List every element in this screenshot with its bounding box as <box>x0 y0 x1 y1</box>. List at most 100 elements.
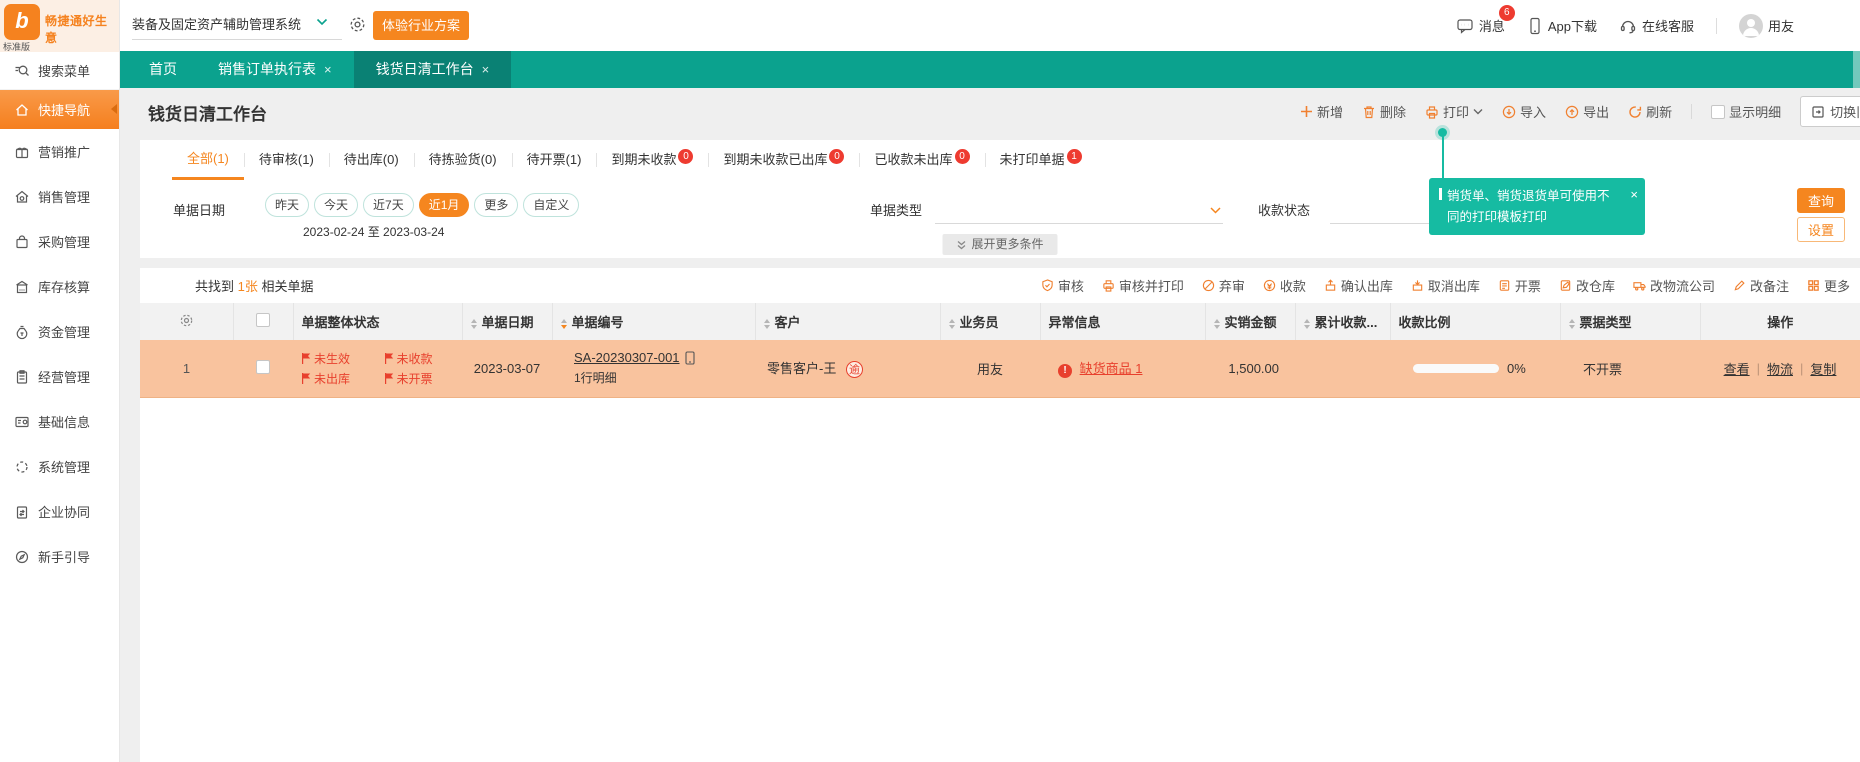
sales-icon <box>14 189 38 205</box>
change-remark-button[interactable]: 改备注 <box>1733 276 1789 295</box>
chevron-down-icon[interactable] <box>1473 108 1483 115</box>
batch-action-label: 弃审 <box>1218 279 1245 294</box>
tab-sales-order-report[interactable]: 销售订单执行表 × <box>196 51 354 88</box>
more-button[interactable]: 更多 <box>1807 276 1850 295</box>
expand-more-conditions[interactable]: 展开更多条件 <box>942 234 1058 255</box>
filter-tab-pending-invoice[interactable]: 待开票(1) <box>511 140 597 180</box>
sort-icon[interactable] <box>470 318 477 329</box>
sort-icon[interactable] <box>560 318 567 329</box>
query-button[interactable]: 查询 <box>1797 188 1845 213</box>
pill-more[interactable]: 更多 <box>474 193 519 217</box>
col-label: 单据整体状态 <box>301 315 380 330</box>
import-button[interactable]: 导入 <box>1502 102 1546 121</box>
filter-tab-pending-audit[interactable]: 待审核(1) <box>243 140 329 180</box>
sidebar-item-purchase[interactable]: 采购管理 <box>0 219 119 264</box>
tab-home[interactable]: 首页 <box>130 51 196 88</box>
sort-icon[interactable] <box>763 318 770 329</box>
view-link[interactable]: 查看 <box>1724 359 1750 378</box>
tab-daily-clearing-workbench[interactable]: 钱货日清工作台 × <box>353 51 512 88</box>
table-row[interactable]: 1 未生效 未收款 未出库 未开票 2023-03-07 SA-20230307… <box>140 340 1860 397</box>
filter-tab-overdue-unpaid-shipped[interactable]: 到期未收款已出库 0 <box>708 140 859 180</box>
col-header-exception[interactable]: 异常信息 <box>1040 303 1206 340</box>
col-header-date[interactable]: 单据日期 <box>462 303 553 340</box>
change-logistics-button[interactable]: 改物流公司 <box>1633 276 1715 295</box>
cancel-outbound-button[interactable]: 取消出库 <box>1411 276 1480 295</box>
sidebar-item-system[interactable]: 系统管理 <box>0 444 119 489</box>
sidebar-item-funds[interactable]: 资金管理 <box>0 309 119 354</box>
logistics-link[interactable]: 物流 <box>1767 359 1793 378</box>
delete-button[interactable]: 删除 <box>1362 102 1406 121</box>
filter-tab-pending-picking[interactable]: 待拣验货(0) <box>413 140 512 180</box>
export-button[interactable]: 导出 <box>1565 102 1609 121</box>
sidebar-item-search-menu[interactable]: 搜索菜单 <box>0 52 119 90</box>
receive-payment-button[interactable]: 收款 <box>1263 276 1306 295</box>
pill-yesterday[interactable]: 昨天 <box>265 193 310 217</box>
filter-tab-pending-outbound[interactable]: 待出库(0) <box>328 140 414 180</box>
show-detail-toggle[interactable]: 显示明细 <box>1711 102 1781 121</box>
doc-type-select[interactable] <box>935 200 1223 224</box>
select-all-checkbox[interactable] <box>233 303 294 340</box>
trial-solution-button[interactable]: 体验行业方案 <box>373 11 470 40</box>
show-detail-checkbox[interactable] <box>1711 104 1726 119</box>
gear-icon[interactable] <box>348 15 367 34</box>
confirm-outbound-button[interactable]: 确认出库 <box>1324 276 1393 295</box>
filter-tab-paid-unshipped[interactable]: 已收款未出库 0 <box>859 140 984 180</box>
filter-tab-all[interactable]: 全部(1) <box>172 140 244 180</box>
sort-icon[interactable] <box>948 318 955 329</box>
switch-old-version-button[interactable]: 切换旧版 <box>1800 96 1860 127</box>
system-select[interactable]: 装备及固定资产辅助管理系统 <box>132 14 342 40</box>
audit-button[interactable]: 审核 <box>1041 276 1084 295</box>
messages-button[interactable]: 消息 6 <box>1456 5 1515 35</box>
sidebar-item-collaboration[interactable]: 企业协同 <box>0 489 119 534</box>
row-checkbox[interactable] <box>233 340 293 397</box>
switch-icon <box>1811 105 1825 119</box>
sidebar-item-marketing[interactable]: 营销推广 <box>0 129 119 174</box>
col-header-doc-no[interactable]: 单据编号 <box>552 303 756 340</box>
col-header-customer[interactable]: 客户 <box>755 303 941 340</box>
close-icon[interactable]: × <box>482 51 490 88</box>
sidebar-item-guide[interactable]: 新手引导 <box>0 534 119 579</box>
app-download-button[interactable]: App下载 <box>1527 16 1597 35</box>
pill-custom[interactable]: 自定义 <box>523 193 580 217</box>
sidebar-item-inventory[interactable]: 库存核算 <box>0 264 119 309</box>
invoice-button[interactable]: 开票 <box>1498 276 1541 295</box>
pill-last1month[interactable]: 近1月 <box>418 193 470 217</box>
pill-today[interactable]: 今天 <box>314 193 359 217</box>
sort-icon[interactable] <box>1568 318 1575 329</box>
col-header-amount[interactable]: 实销金额 <box>1205 303 1296 340</box>
settings-button[interactable]: 设置 <box>1797 217 1845 242</box>
unaudit-button[interactable]: 弃审 <box>1202 276 1245 295</box>
sort-icon[interactable] <box>1303 318 1310 329</box>
col-header-received[interactable]: 累计收款... <box>1295 303 1391 340</box>
change-warehouse-button[interactable]: 改仓库 <box>1559 276 1615 295</box>
filter-tab-overdue-unpaid[interactable]: 到期未收款 0 <box>596 140 708 180</box>
close-icon[interactable]: × <box>324 51 332 88</box>
print-button[interactable]: 打印 <box>1425 102 1483 121</box>
col-header-invoice-type[interactable]: 票据类型 <box>1560 303 1701 340</box>
shortage-link[interactable]: 缺货商品 1 <box>1080 361 1143 376</box>
user-menu[interactable]: 用友 <box>1738 13 1794 38</box>
filter-tab-unprinted[interactable]: 未打印单据 1 <box>984 140 1097 180</box>
col-header-status[interactable]: 单据整体状态 <box>293 303 463 340</box>
col-header-salesman[interactable]: 业务员 <box>940 303 1041 340</box>
online-service-button[interactable]: 在线客服 <box>1619 16 1694 35</box>
sidebar-item-sales[interactable]: 销售管理 <box>0 174 119 219</box>
column-settings-gear[interactable] <box>140 303 234 340</box>
audit-print-button[interactable]: 审核并打印 <box>1102 276 1184 295</box>
sort-icon[interactable] <box>1213 318 1220 329</box>
refresh-button[interactable]: 刷新 <box>1628 102 1672 121</box>
sidebar-item-base-info[interactable]: 基础信息 <box>0 399 119 444</box>
top-bar: 装备及固定资产辅助管理系统 体验行业方案 消息 6 App下载 在线客服 用友 <box>120 0 1860 51</box>
doc-no-link[interactable]: SA-20230307-001 <box>574 350 680 365</box>
sidebar-item-operations[interactable]: 经营管理 <box>0 354 119 399</box>
collapse-arrow-icon[interactable] <box>111 104 117 114</box>
chevron-down-icon[interactable] <box>316 18 328 26</box>
col-header-payment-ratio[interactable]: 收款比例 <box>1390 303 1561 340</box>
pill-last7days[interactable]: 近7天 <box>363 193 414 217</box>
row-received <box>1295 340 1390 397</box>
close-icon[interactable]: × <box>1630 184 1638 205</box>
sidebar-item-quick-nav[interactable]: 快捷导航 <box>0 90 119 129</box>
copy-link[interactable]: 复制 <box>1810 359 1836 378</box>
tab-scroll-indicator[interactable] <box>1853 51 1860 88</box>
add-button[interactable]: 新增 <box>1300 102 1343 121</box>
